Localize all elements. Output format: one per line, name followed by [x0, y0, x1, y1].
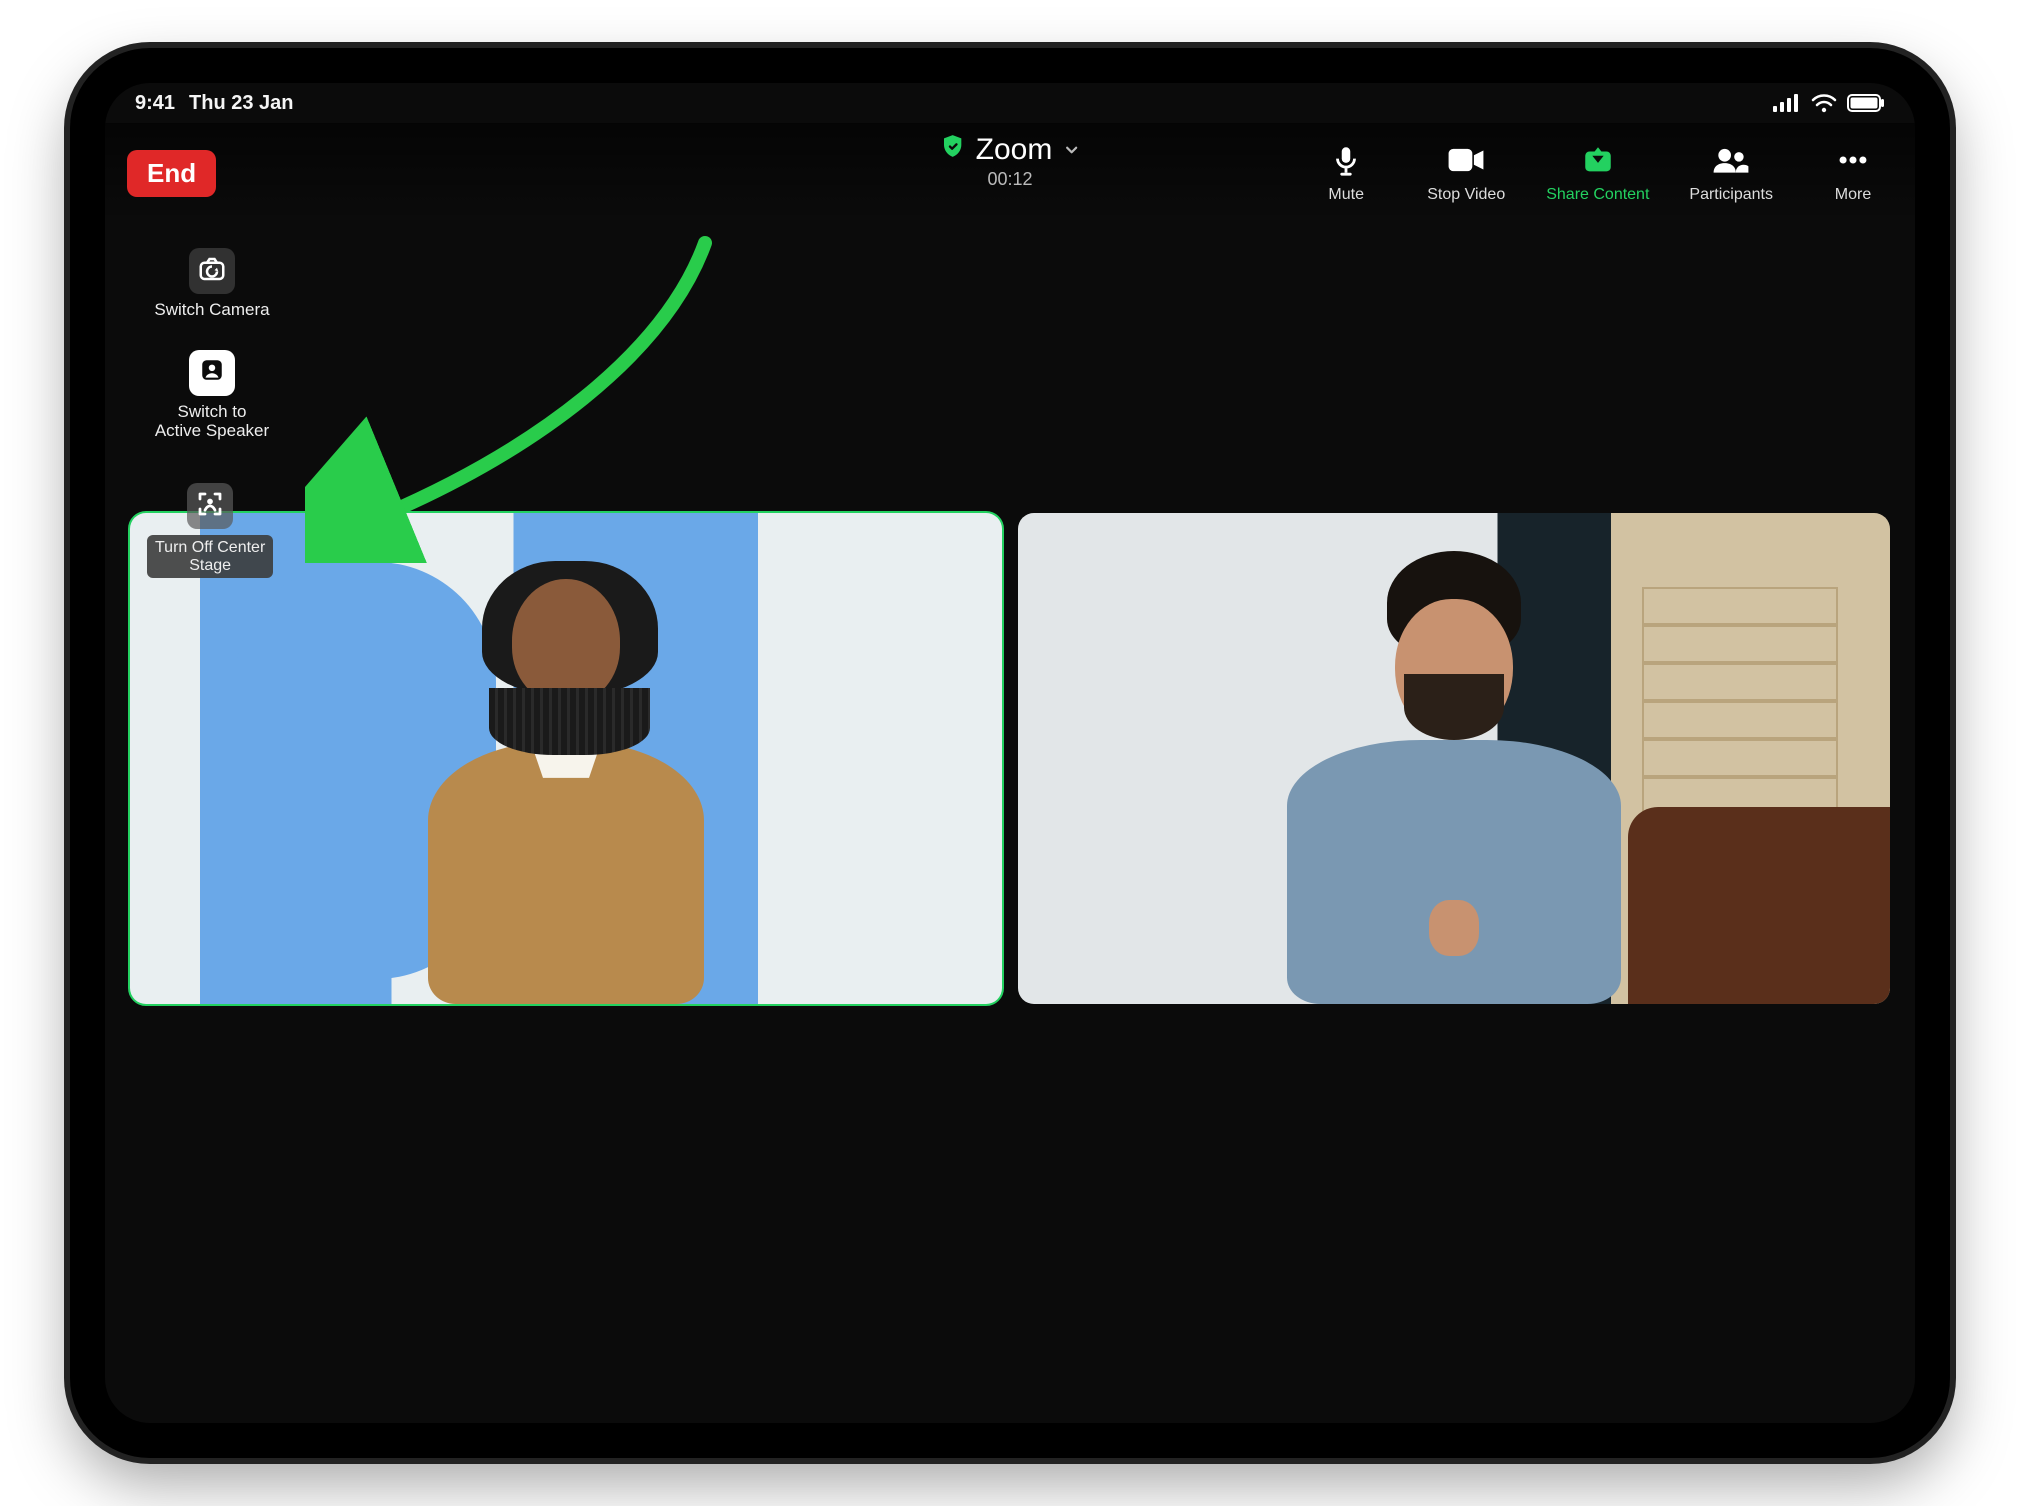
call-timer: 00:12 [940, 169, 1081, 190]
battery-icon [1847, 94, 1885, 112]
video-tile-participant[interactable] [1018, 513, 1890, 1004]
switch-camera-button[interactable]: Switch Camera [154, 248, 269, 320]
end-button[interactable]: End [127, 150, 216, 197]
status-date: Thu 23 Jan [189, 92, 293, 115]
participants-button[interactable]: Participants [1689, 143, 1773, 204]
mute-button[interactable]: Mute [1306, 143, 1386, 204]
screen: 9:41 Thu 23 Jan End [105, 83, 1915, 1423]
participants-label: Participants [1689, 186, 1773, 204]
center-stage-icon [195, 489, 225, 524]
status-right [1773, 93, 1885, 113]
switch-camera-label: Switch Camera [154, 300, 269, 320]
mute-label: Mute [1328, 186, 1364, 204]
share-icon [1581, 143, 1615, 182]
title-area[interactable]: Zoom 00:12 [940, 133, 1081, 190]
toolbar-actions: Mute Stop Video Share Content [1306, 143, 1893, 204]
microphone-icon [1329, 143, 1363, 182]
ipad-frame: 9:41 Thu 23 Jan End [70, 48, 1950, 1458]
more-button[interactable]: More [1813, 143, 1893, 204]
shield-icon [940, 133, 966, 167]
cellular-icon [1773, 94, 1801, 112]
switch-speaker-label: Switch to Active Speaker [155, 402, 269, 441]
status-time: 9:41 [135, 92, 175, 115]
status-bar: 9:41 Thu 23 Jan [105, 83, 1915, 123]
stop-video-button[interactable]: Stop Video [1426, 143, 1506, 204]
center-stage-label: Turn Off Center Stage [147, 535, 273, 578]
stop-video-label: Stop Video [1427, 186, 1505, 204]
app-title: Zoom [976, 133, 1053, 167]
center-stage-button[interactable]: Turn Off Center Stage [147, 483, 273, 578]
switch-camera-icon [197, 254, 227, 289]
video-grid [130, 513, 1890, 1004]
video-camera-icon [1447, 143, 1485, 182]
more-icon [1836, 143, 1870, 182]
side-buttons: Switch Camera Switch to Active Speaker [147, 248, 277, 441]
share-content-label: Share Content [1546, 186, 1649, 204]
switch-speaker-button[interactable]: Switch to Active Speaker [155, 350, 269, 441]
more-label: More [1835, 186, 1871, 204]
wifi-icon [1811, 93, 1837, 113]
participants-icon [1712, 143, 1750, 182]
share-content-button[interactable]: Share Content [1546, 143, 1649, 204]
chevron-down-icon [1062, 133, 1080, 167]
speaker-view-icon [199, 357, 225, 388]
video-tile-self[interactable] [130, 513, 1002, 1004]
